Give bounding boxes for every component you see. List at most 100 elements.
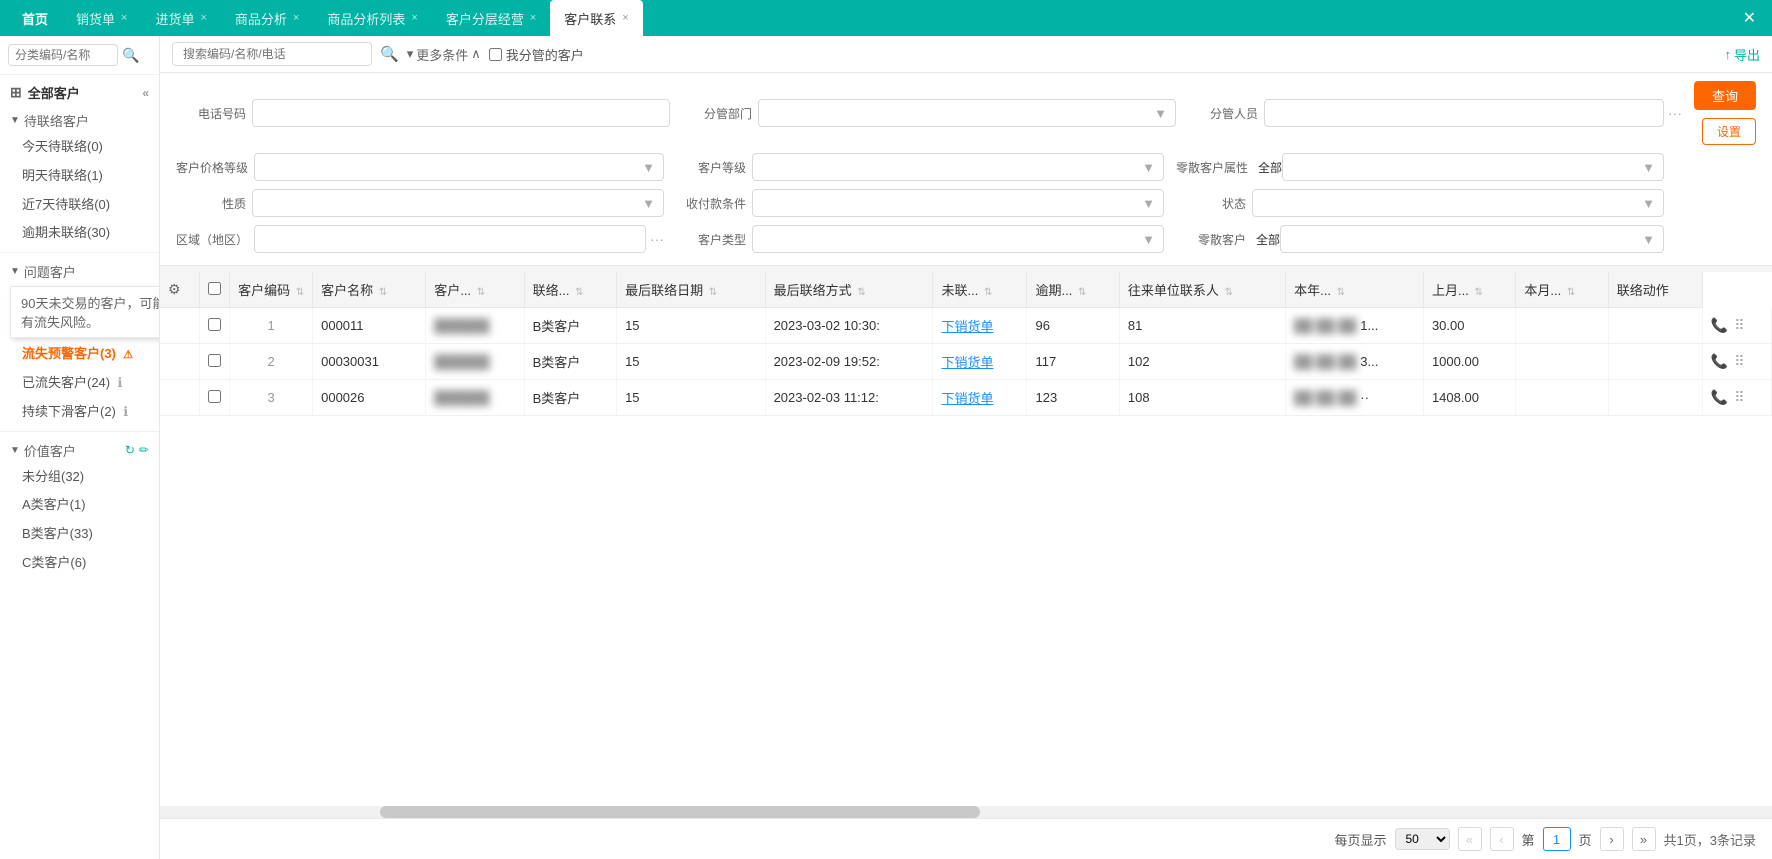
- more-conditions-button[interactable]: ▾ 更多条件 ∧: [407, 45, 481, 64]
- select-all-checkbox[interactable]: [208, 282, 221, 295]
- scatter-customer-arrow: ▼: [1642, 232, 1655, 247]
- edit-icon[interactable]: ✏: [139, 443, 149, 457]
- sort-code[interactable]: ⇅: [296, 287, 304, 298]
- search-input[interactable]: [172, 42, 372, 66]
- sort-this-year[interactable]: ⇅: [1337, 287, 1345, 298]
- sort-contact2[interactable]: ⇅: [1225, 287, 1233, 298]
- td-action-2: 📞 ⠿: [1702, 380, 1771, 416]
- sidebar-item-ungrouped[interactable]: 未分组(32): [0, 463, 159, 492]
- pending-contact-group[interactable]: ▼ 待联络客户: [0, 106, 159, 133]
- row-checkbox-2[interactable]: [208, 390, 221, 403]
- sort-last-method[interactable]: ⇅: [857, 287, 865, 298]
- sidebar-item-at-risk-warning[interactable]: 流失预警客户(3) ⚠: [0, 340, 159, 369]
- sort-last-date[interactable]: ⇅: [709, 287, 717, 298]
- sort-this-month[interactable]: ⇅: [1567, 287, 1575, 298]
- query-button[interactable]: 查询: [1694, 81, 1756, 110]
- phone-input[interactable]: [252, 99, 670, 127]
- at-risk-group[interactable]: ▼ 问题客户: [0, 257, 159, 284]
- sidebar-item-class-c[interactable]: C类客户(6): [0, 549, 159, 578]
- customer-level-select[interactable]: ▼: [752, 153, 1164, 181]
- close-goods-analysis-tab[interactable]: ×: [293, 12, 299, 24]
- td-this-year-0: 30.00: [1423, 308, 1515, 344]
- manager-dots[interactable]: ···: [1668, 105, 1682, 121]
- sort-overdue[interactable]: ⇅: [1078, 287, 1086, 298]
- region-dots[interactable]: ···: [650, 231, 664, 247]
- next-page-button[interactable]: ›: [1600, 827, 1624, 851]
- sidebar-search-icon[interactable]: 🔍: [122, 47, 139, 64]
- sidebar-item-7days[interactable]: 近7天待联络(0): [0, 191, 159, 220]
- status-field: 状态 ▼: [1176, 189, 1664, 217]
- sidebar-search-input[interactable]: [8, 44, 118, 66]
- nature-select[interactable]: ▼: [252, 189, 664, 217]
- last-page-button[interactable]: »: [1632, 827, 1656, 851]
- scrollbar-thumb[interactable]: [380, 806, 980, 818]
- action-phone-2[interactable]: 📞: [1711, 389, 1728, 406]
- close-sales-tab[interactable]: ×: [121, 12, 127, 24]
- refresh-icon[interactable]: ↻: [125, 443, 135, 457]
- at-risk-tooltip: 90天未交易的客户，可能有流失风险。: [10, 286, 160, 338]
- tab-goods-analysis[interactable]: 商品分析 ×: [221, 0, 313, 36]
- sort-type[interactable]: ⇅: [477, 287, 485, 298]
- close-customer-contact-tab[interactable]: ×: [622, 12, 628, 24]
- sort-name[interactable]: ⇅: [379, 287, 387, 298]
- tab-sales[interactable]: 销货单 ×: [62, 0, 141, 36]
- sidebar-item-overdue[interactable]: 逾期未联络(30): [0, 219, 159, 248]
- action-more-2[interactable]: ⠿: [1734, 389, 1744, 406]
- payment-select[interactable]: ▼: [752, 189, 1164, 217]
- sidebar-item-tomorrow[interactable]: 明天待联络(1): [0, 162, 159, 191]
- th-unlink-days: 未联... ⇅: [933, 272, 1027, 308]
- sidebar-item-class-b[interactable]: B类客户(33): [0, 520, 159, 549]
- status-select[interactable]: ▼: [1252, 189, 1664, 217]
- table-wrapper: ⚙ 客户编码 ⇅ 客户名称 ⇅: [160, 272, 1772, 859]
- column-settings-button[interactable]: ⚙: [168, 281, 181, 298]
- td-type-2: B类客户: [524, 380, 616, 416]
- search-button[interactable]: 🔍: [380, 45, 399, 63]
- tab-goods-list[interactable]: 商品分析列表 ×: [313, 0, 431, 36]
- region-select[interactable]: [254, 225, 646, 253]
- sort-contact[interactable]: ⇅: [575, 287, 583, 298]
- sort-unlink-days[interactable]: ⇅: [984, 287, 992, 298]
- sidebar-item-today[interactable]: 今天待联络(0): [0, 133, 159, 162]
- export-button[interactable]: ↑ 导出: [1724, 45, 1760, 64]
- row-checkbox-0[interactable]: [208, 318, 221, 331]
- action-phone-1[interactable]: 📞: [1711, 353, 1728, 370]
- tab-customer-contact[interactable]: 客户联系 ×: [550, 0, 642, 36]
- my-customer-checkbox[interactable]: [489, 48, 502, 61]
- action-phone-0[interactable]: 📞: [1711, 317, 1728, 334]
- manager-label: 分管人员: [1188, 105, 1258, 122]
- valued-customers-group[interactable]: ▼ 价值客户 ↻ ✏: [0, 436, 159, 463]
- scatter-attr-select[interactable]: ▼: [1282, 153, 1664, 181]
- tab-purchase[interactable]: 进货单 ×: [141, 0, 220, 36]
- sidebar-item-class-a[interactable]: A类客户(1): [0, 491, 159, 520]
- close-goods-list-tab[interactable]: ×: [411, 12, 417, 24]
- settings-button[interactable]: 设置: [1702, 118, 1756, 145]
- manager-select[interactable]: [1264, 99, 1664, 127]
- td-last-date-2: 2023-02-03 11:12:: [765, 380, 933, 416]
- sort-last-month[interactable]: ⇅: [1474, 287, 1482, 298]
- action-more-1[interactable]: ⠿: [1734, 353, 1744, 370]
- per-page-select[interactable]: 50 100 200: [1395, 828, 1450, 850]
- close-purchase-tab[interactable]: ×: [200, 12, 206, 24]
- th-this-year: 本年... ⇅: [1286, 272, 1424, 308]
- tab-customer-layer[interactable]: 客户分层经营 ×: [432, 0, 550, 36]
- close-customer-layer-tab[interactable]: ×: [530, 12, 536, 24]
- table-scroll-area[interactable]: ⚙ 客户编码 ⇅ 客户名称 ⇅: [160, 272, 1772, 806]
- sidebar-divider-2: [0, 431, 159, 432]
- action-more-0[interactable]: ⠿: [1734, 317, 1744, 334]
- horizontal-scrollbar[interactable]: [160, 806, 1772, 818]
- customer-type-select[interactable]: ▼: [752, 225, 1164, 253]
- price-level-select[interactable]: ▼: [254, 153, 664, 181]
- first-page-button[interactable]: «: [1458, 827, 1482, 851]
- prev-page-button[interactable]: ‹: [1490, 827, 1514, 851]
- window-close-button[interactable]: ✕: [1735, 8, 1764, 28]
- my-customer-checkbox-label[interactable]: 我分管的客户: [489, 45, 584, 64]
- sidebar-collapse-icon[interactable]: «: [142, 86, 149, 100]
- row-checkbox-1[interactable]: [208, 354, 221, 367]
- sidebar-divider-1: [0, 252, 159, 253]
- scatter-attr-label: 零散客户属性: [1176, 159, 1248, 176]
- scatter-customer-select[interactable]: ▼: [1280, 225, 1664, 253]
- tab-home[interactable]: 首页: [8, 0, 62, 36]
- department-select[interactable]: ▼: [758, 99, 1176, 127]
- sidebar-item-lost[interactable]: 已流失客户(24) ℹ: [0, 369, 159, 398]
- sidebar-item-declining[interactable]: 持续下滑客户(2) ℹ: [0, 398, 159, 427]
